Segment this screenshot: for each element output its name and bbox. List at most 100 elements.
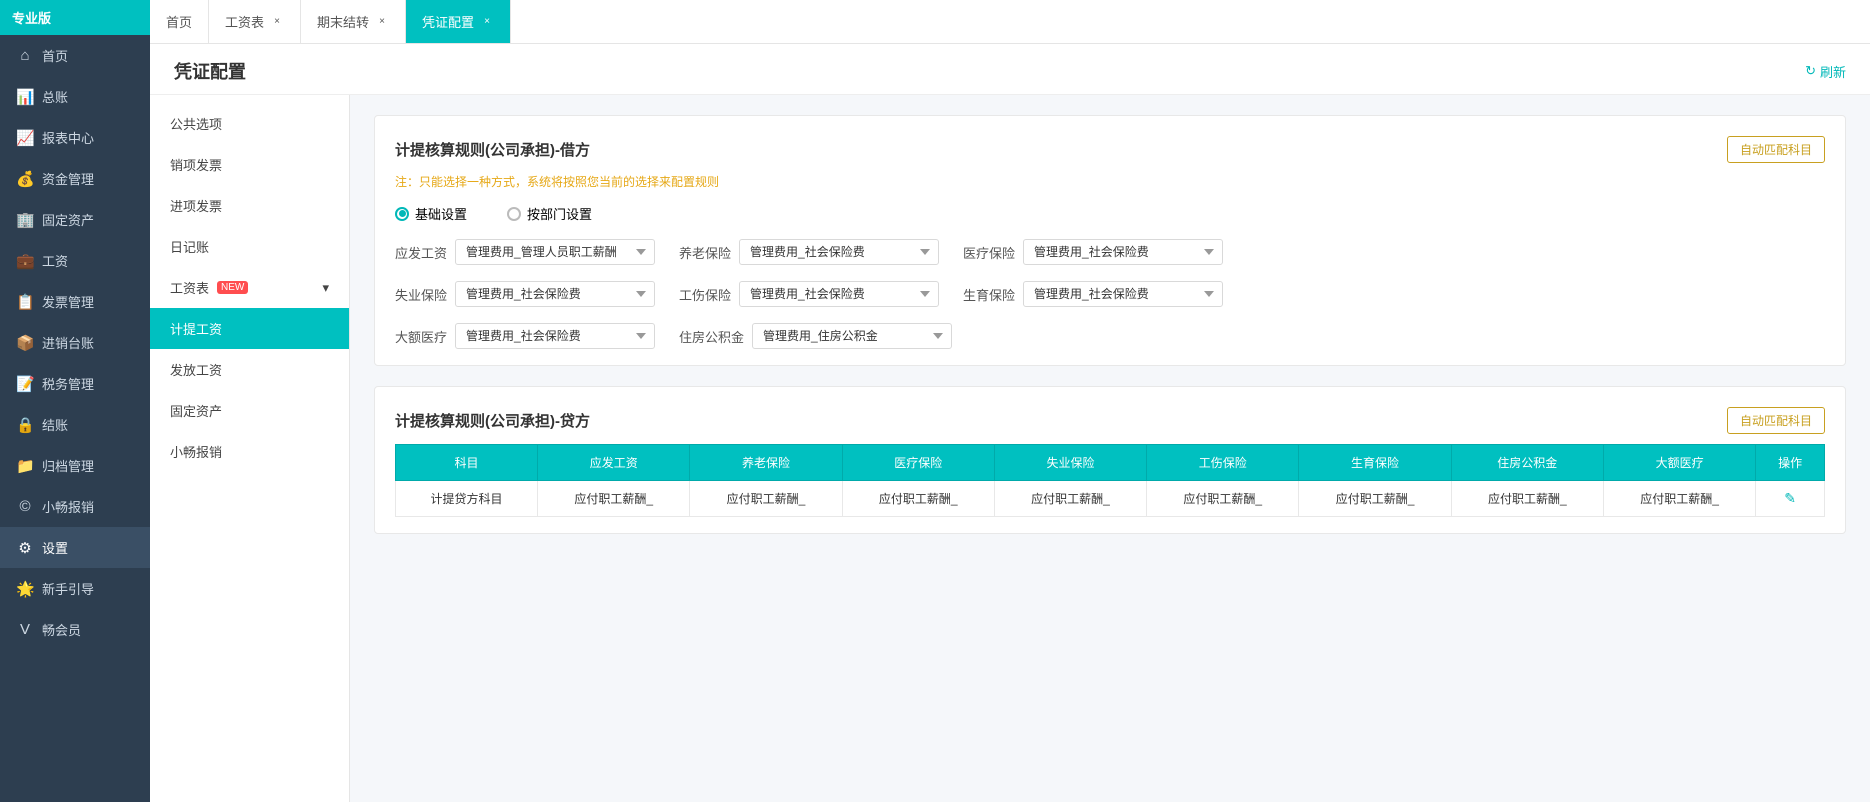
col-header-ylbx: 养老保险 <box>690 445 842 481</box>
sidebar-item-label: 进销台账 <box>42 333 94 352</box>
col-header-op: 操作 <box>1756 445 1825 481</box>
expense-icon: © <box>16 498 34 515</box>
sidebar-item-funds[interactable]: 💰 资金管理 <box>0 158 150 199</box>
form-rows-1: 应发工资 管理费用_管理人员职工薪酬 养老保险 <box>395 239 1825 349</box>
left-nav-fixed-assets-nav[interactable]: 固定资产 <box>150 390 349 431</box>
sidebar-item-general-ledger[interactable]: 📊 总账 <box>0 76 150 117</box>
sidebar-item-fixed-assets[interactable]: 🏢 固定资产 <box>0 199 150 240</box>
cell-gsbx: 应付职工薪酬_ <box>1147 481 1299 517</box>
cell-sybx: 应付职工薪酬_ <box>994 481 1146 517</box>
sidebar-item-closing[interactable]: 🔒 结账 <box>0 404 150 445</box>
refresh-button[interactable]: ↻ 刷新 <box>1805 62 1846 81</box>
closing-icon: 🔒 <box>16 416 34 434</box>
left-nav-credit-invoice[interactable]: 销项发票 <box>150 144 349 185</box>
radio-group-1: 基础设置 按部门设置 <box>395 204 1825 223</box>
radio-basic-settings[interactable]: 基础设置 <box>395 204 467 223</box>
ledger-icon: 📊 <box>16 88 34 106</box>
sidebar-header: 专业版 <box>0 0 150 35</box>
sidebar-item-label: 首页 <box>42 46 68 65</box>
sidebar-item-invoice-mgmt[interactable]: 📋 发票管理 <box>0 281 150 322</box>
auto-match-btn-2[interactable]: 自动匹配科目 <box>1727 407 1825 434</box>
sidebar-item-payroll[interactable]: 💼 工资 <box>0 240 150 281</box>
sidebar-item-purchase-sales[interactable]: 📦 进销台账 <box>0 322 150 363</box>
section-credit-rules: 计提核算规则(公司承担)-贷方 自动匹配科目 科目 应发工资 养老保险 医疗保险… <box>374 386 1846 534</box>
close-period-close-tab[interactable]: × <box>375 15 389 29</box>
select-sybx2[interactable]: 管理费用_社会保险费 <box>1023 281 1223 307</box>
radio-dept-label: 按部门设置 <box>527 204 592 223</box>
auto-match-btn-1[interactable]: 自动匹配科目 <box>1727 136 1825 163</box>
radio-circle-basic <box>395 207 409 221</box>
section1-note: 注：只能选择一种方式，系统将按照您当前的选择来配置规则 <box>395 173 1825 190</box>
home-icon: ⌂ <box>16 47 34 64</box>
sidebar-item-label: 发票管理 <box>42 292 94 311</box>
form-row-1-3: 大额医疗 管理费用_社会保险费 住房公积金 <box>395 323 1825 349</box>
form-item-sybx2: 生育保险 管理费用_社会保险费 <box>963 281 1223 307</box>
sidebar-item-reports[interactable]: 📈 报表中心 <box>0 117 150 158</box>
cell-sybx2: 应付职工薪酬_ <box>1299 481 1451 517</box>
label-ylbx2: 医疗保险 <box>963 243 1015 262</box>
tab-payroll[interactable]: 工资表 × <box>209 0 301 43</box>
left-nav-journal[interactable]: 日记账 <box>150 226 349 267</box>
cell-ylbx: 应付职工薪酬_ <box>690 481 842 517</box>
refresh-icon: ↻ <box>1805 63 1816 79</box>
tab-voucher-config-label: 凭证配置 <box>422 12 474 31</box>
select-wrapper-ylbx2: 管理费用_社会保险费 <box>1023 239 1223 265</box>
form-item-yfgz: 应发工资 管理费用_管理人员职工薪酬 <box>395 239 655 265</box>
purchase-sales-icon: 📦 <box>16 334 34 352</box>
close-voucher-config-tab[interactable]: × <box>480 15 494 29</box>
sidebar-item-archive-mgmt[interactable]: 📁 归档管理 <box>0 445 150 486</box>
col-header-yfgz: 应发工资 <box>538 445 690 481</box>
select-wrapper-gsbx: 管理费用_社会保险费 <box>739 281 939 307</box>
label-sybx2: 生育保险 <box>963 285 1015 304</box>
sidebar-item-new-guide[interactable]: 🌟 新手引导 <box>0 568 150 609</box>
left-nav-accrual-payroll[interactable]: 计提工资 <box>150 308 349 349</box>
tab-voucher-config[interactable]: 凭证配置 × <box>406 0 511 43</box>
sidebar-item-label: 畅会员 <box>42 620 81 639</box>
fixed-assets-icon: 🏢 <box>16 211 34 229</box>
select-zfgjj[interactable]: 管理费用_住房公积金 <box>752 323 952 349</box>
col-header-dale: 大额医疗 <box>1603 445 1755 481</box>
sidebar-item-label: 总账 <box>42 87 68 106</box>
select-sybx[interactable]: 管理费用_社会保险费 <box>455 281 655 307</box>
select-wrapper-sybx: 管理费用_社会保险费 <box>455 281 655 307</box>
form-row-1-1: 应发工资 管理费用_管理人员职工薪酬 养老保险 <box>395 239 1825 265</box>
radio-dept-settings[interactable]: 按部门设置 <box>507 204 592 223</box>
sidebar-item-settings[interactable]: ⚙ 设置 <box>0 527 150 568</box>
sidebar-item-home[interactable]: ⌂ 首页 <box>0 35 150 76</box>
cell-edit[interactable]: ✎ <box>1756 481 1825 517</box>
label-yfgz: 应发工资 <box>395 243 447 262</box>
edit-icon[interactable]: ✎ <box>1784 490 1796 506</box>
select-wrapper-sybx2: 管理费用_社会保险费 <box>1023 281 1223 307</box>
left-nav-xiao-chang-expense[interactable]: 小畅报销 <box>150 431 349 472</box>
sidebar-item-xiao-chang-expense[interactable]: © 小畅报销 <box>0 486 150 527</box>
table-header-row: 科目 应发工资 养老保险 医疗保险 失业保险 工伤保险 生育保险 住房公积金 大… <box>396 445 1825 481</box>
sidebar-item-label: 报表中心 <box>42 128 94 147</box>
select-yfgz[interactable]: 管理费用_管理人员职工薪酬 <box>455 239 655 265</box>
label-gsbx: 工伤保险 <box>679 285 731 304</box>
sidebar-item-tax-mgmt[interactable]: 📝 税务管理 <box>0 363 150 404</box>
page-title: 凭证配置 <box>174 58 246 84</box>
tab-home-label: 首页 <box>166 12 192 31</box>
left-nav-debit-invoice[interactable]: 进项发票 <box>150 185 349 226</box>
section1-title: 计提核算规则(公司承担)-借方 <box>395 139 590 160</box>
select-ylbx[interactable]: 管理费用_社会保险费 <box>739 239 939 265</box>
select-gsbx[interactable]: 管理费用_社会保险费 <box>739 281 939 307</box>
select-wrapper-dale: 管理费用_社会保险费 <box>455 323 655 349</box>
left-nav-public-options[interactable]: 公共选项 <box>150 103 349 144</box>
select-dale[interactable]: 管理费用_社会保险费 <box>455 323 655 349</box>
form-item-ylbx2: 医疗保险 管理费用_社会保险费 <box>963 239 1223 265</box>
payroll-icon: 💼 <box>16 252 34 270</box>
close-payroll-tab[interactable]: × <box>270 15 284 29</box>
select-ylbx2[interactable]: 管理费用_社会保险费 <box>1023 239 1223 265</box>
section2-header: 计提核算规则(公司承担)-贷方 自动匹配科目 <box>395 407 1825 434</box>
tab-home[interactable]: 首页 <box>150 0 209 43</box>
sidebar-item-vip[interactable]: V 畅会员 <box>0 609 150 650</box>
col-header-ylbx2: 医疗保险 <box>842 445 994 481</box>
sidebar-item-label: 固定资产 <box>42 210 94 229</box>
main-area: 首页 工资表 × 期末结转 × 凭证配置 × 凭证配置 ↻ 刷新 <box>150 0 1870 802</box>
left-nav-payroll-table[interactable]: 工资表 NEW ▾ <box>150 267 349 308</box>
tab-period-close[interactable]: 期末结转 × <box>301 0 406 43</box>
select-wrapper-zfgjj: 管理费用_住房公积金 <box>752 323 952 349</box>
section2-title: 计提核算规则(公司承担)-贷方 <box>395 410 590 431</box>
left-nav-issue-payroll[interactable]: 发放工资 <box>150 349 349 390</box>
